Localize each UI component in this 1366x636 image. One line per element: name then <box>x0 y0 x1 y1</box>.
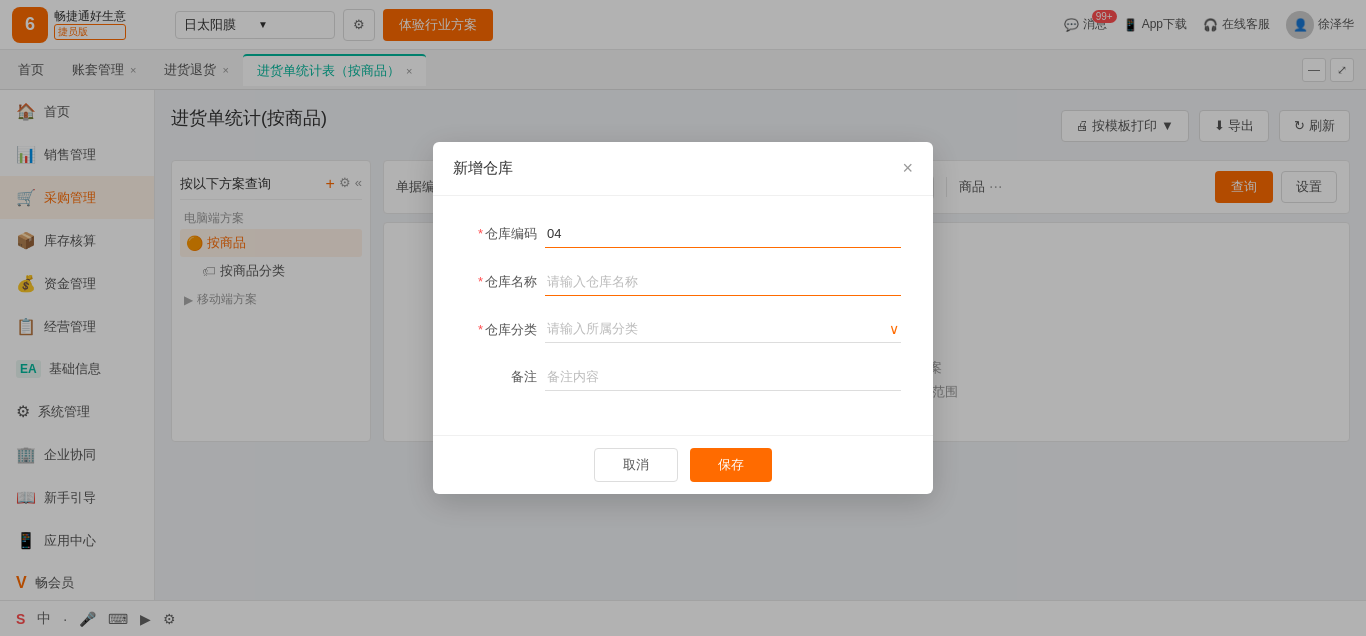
warehouse-code-label: 仓库编码 <box>465 225 545 243</box>
warehouse-remark-input[interactable] <box>545 363 901 391</box>
warehouse-remark-label: 备注 <box>465 368 545 386</box>
chevron-down-icon: ∨ <box>889 321 899 337</box>
modal-close-button[interactable]: × <box>902 158 913 179</box>
cancel-button[interactable]: 取消 <box>594 448 678 482</box>
warehouse-name-label: 仓库名称 <box>465 273 545 291</box>
form-row-code: 仓库编码 <box>465 220 901 248</box>
modal-title: 新增仓库 <box>453 159 513 178</box>
form-row-category: 仓库分类 请输入所属分类 ∨ <box>465 316 901 343</box>
warehouse-name-input[interactable] <box>545 268 901 296</box>
modal-header: 新增仓库 × <box>433 142 933 196</box>
modal-body: 仓库编码 仓库名称 仓库分类 请输入所属分类 ∨ 备注 <box>433 196 933 435</box>
save-button[interactable]: 保存 <box>690 448 772 482</box>
warehouse-category-label: 仓库分类 <box>465 321 545 339</box>
warehouse-category-select[interactable]: 请输入所属分类 ∨ <box>545 316 901 343</box>
modal-footer: 取消 保存 <box>433 435 933 494</box>
modal-overlay: 新增仓库 × 仓库编码 仓库名称 仓库分类 请输入所属分类 ∨ 备注 <box>0 0 1366 636</box>
add-warehouse-modal: 新增仓库 × 仓库编码 仓库名称 仓库分类 请输入所属分类 ∨ 备注 <box>433 142 933 494</box>
category-placeholder: 请输入所属分类 <box>547 320 889 338</box>
form-row-remark: 备注 <box>465 363 901 391</box>
form-row-name: 仓库名称 <box>465 268 901 296</box>
warehouse-code-input[interactable] <box>545 220 901 248</box>
